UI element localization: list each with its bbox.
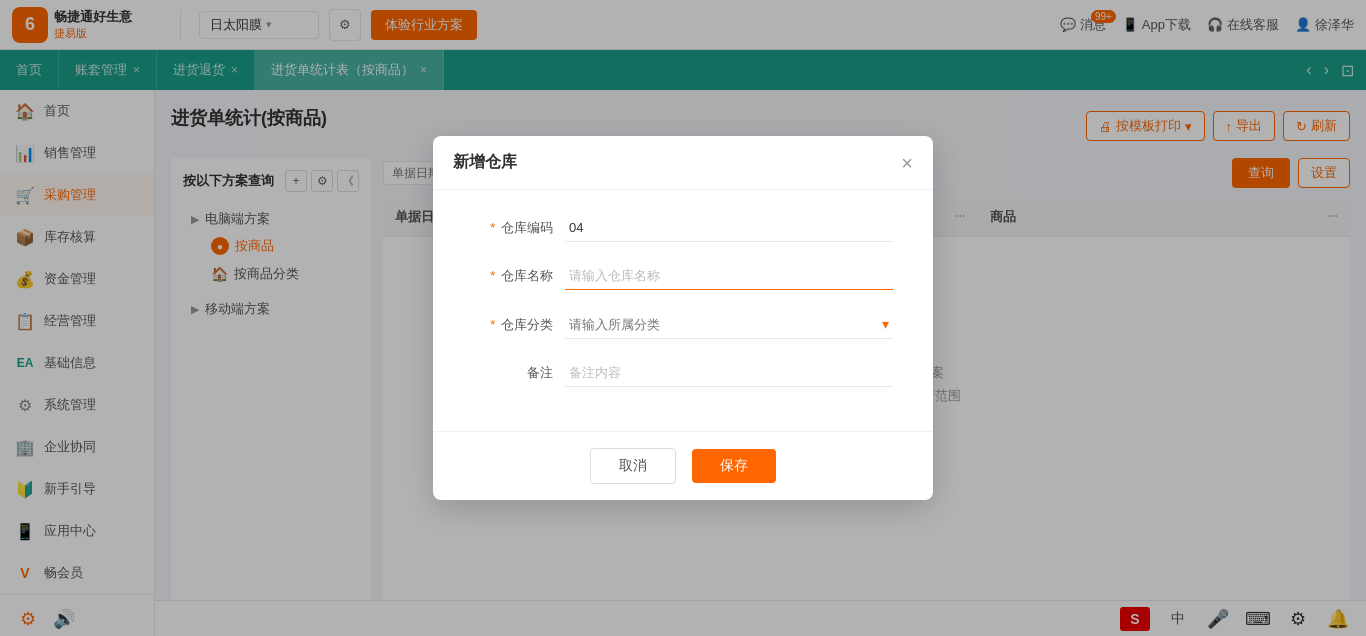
form-row-note: 备注 (473, 359, 893, 387)
form-row-name: * 仓库名称 (473, 262, 893, 290)
modal-header: 新增仓库 × (433, 136, 933, 190)
note-input[interactable] (565, 359, 893, 387)
modal-close-button[interactable]: × (901, 153, 913, 173)
note-label: 备注 (473, 364, 553, 382)
form-row-code: * 仓库编码 (473, 214, 893, 242)
modal-title: 新增仓库 (453, 152, 517, 173)
code-input[interactable] (565, 214, 893, 242)
cancel-button[interactable]: 取消 (590, 448, 676, 484)
name-label: * 仓库名称 (473, 267, 553, 285)
category-select[interactable]: ▾ (565, 310, 893, 339)
modal-overlay[interactable]: 新增仓库 × * 仓库编码 * 仓库名称 (0, 0, 1366, 636)
code-label: * 仓库编码 (473, 219, 553, 237)
name-input[interactable] (565, 262, 893, 290)
category-input[interactable] (569, 317, 882, 332)
chevron-down-icon: ▾ (882, 316, 889, 332)
category-label: * 仓库分类 (473, 316, 553, 334)
new-warehouse-modal: 新增仓库 × * 仓库编码 * 仓库名称 (433, 136, 933, 500)
modal-body: * 仓库编码 * 仓库名称 * 仓库分类 (433, 190, 933, 431)
save-button[interactable]: 保存 (692, 449, 776, 483)
form-row-category: * 仓库分类 ▾ (473, 310, 893, 339)
modal-footer: 取消 保存 (433, 431, 933, 500)
